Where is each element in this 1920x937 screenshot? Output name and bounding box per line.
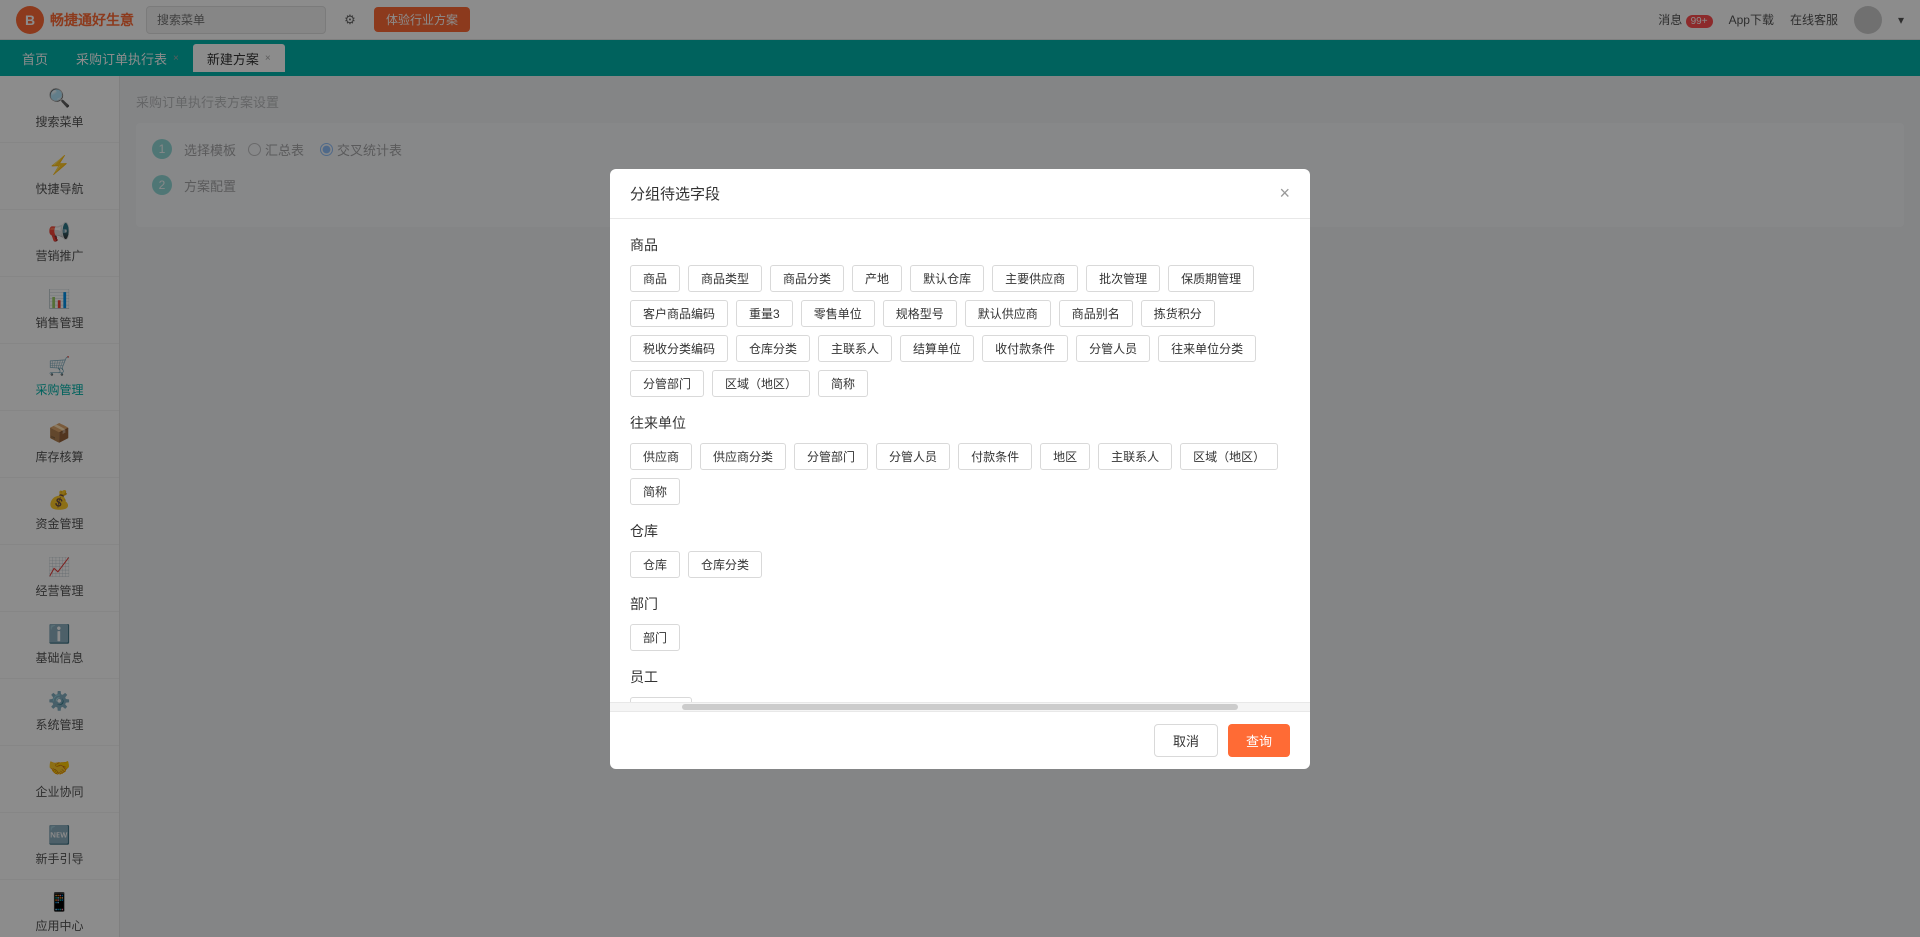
tag-grid-warehouse: 仓库 仓库分类 bbox=[630, 551, 1290, 578]
tag-supplier-category[interactable]: 供应商分类 bbox=[700, 443, 786, 470]
confirm-button[interactable]: 查询 bbox=[1228, 724, 1290, 757]
tag-region[interactable]: 区域（地区） bbox=[712, 370, 810, 397]
field-select-modal: 分组待选字段 × 商品 商品 商品类型 商品分类 产地 默认仓库 主要供应商 批… bbox=[610, 169, 1310, 769]
tag-shelf-life[interactable]: 保质期管理 bbox=[1168, 265, 1254, 292]
tag-supervisor[interactable]: 分管人员 bbox=[1076, 335, 1150, 362]
tag-supplier[interactable]: 供应商 bbox=[630, 443, 692, 470]
tag-batch-management[interactable]: 批次管理 bbox=[1086, 265, 1160, 292]
tag-settlement-unit[interactable]: 结算单位 bbox=[900, 335, 974, 362]
tag-warehouse[interactable]: 仓库 bbox=[630, 551, 680, 578]
tag-goods-category[interactable]: 商品分类 bbox=[770, 265, 844, 292]
tag-grid-goods: 商品 商品类型 商品分类 产地 默认仓库 主要供应商 批次管理 保质期管理 客户… bbox=[630, 265, 1290, 397]
tag-default-supplier[interactable]: 默认供应商 bbox=[965, 300, 1051, 327]
modal-overlay: 分组待选字段 × 商品 商品 商品类型 商品分类 产地 默认仓库 主要供应商 批… bbox=[0, 0, 1920, 937]
section-title-goods: 商品 bbox=[630, 235, 1290, 255]
modal-horizontal-scrollbar[interactable] bbox=[610, 702, 1310, 711]
tag-abbreviation[interactable]: 简称 bbox=[818, 370, 868, 397]
modal-title: 分组待选字段 bbox=[630, 183, 720, 204]
tag-grid-dept: 部门 bbox=[630, 624, 1290, 651]
tag-warehouse-category[interactable]: 仓库分类 bbox=[736, 335, 810, 362]
tag-default-warehouse[interactable]: 默认仓库 bbox=[910, 265, 984, 292]
tag-partner-main-contact[interactable]: 主联系人 bbox=[1098, 443, 1172, 470]
tag-main-contact[interactable]: 主联系人 bbox=[818, 335, 892, 362]
tag-grid-partner: 供应商 供应商分类 分管部门 分管人员 付款条件 地区 主联系人 区域（地区） … bbox=[630, 443, 1290, 505]
tag-goods-alias[interactable]: 商品别名 bbox=[1059, 300, 1133, 327]
cancel-button[interactable]: 取消 bbox=[1154, 724, 1218, 757]
tag-weight3[interactable]: 重量3 bbox=[736, 300, 793, 327]
tag-main-supplier[interactable]: 主要供应商 bbox=[992, 265, 1078, 292]
section-title-warehouse: 仓库 bbox=[630, 521, 1290, 541]
tag-area[interactable]: 地区 bbox=[1040, 443, 1090, 470]
section-title-employee: 员工 bbox=[630, 667, 1290, 687]
tag-partner-supervisor[interactable]: 分管人员 bbox=[876, 443, 950, 470]
tag-dept[interactable]: 分管部门 bbox=[630, 370, 704, 397]
tag-warehouse-cat[interactable]: 仓库分类 bbox=[688, 551, 762, 578]
tag-payment-terms[interactable]: 收付款条件 bbox=[982, 335, 1068, 362]
tag-partner-region[interactable]: 区域（地区） bbox=[1180, 443, 1278, 470]
tag-goods[interactable]: 商品 bbox=[630, 265, 680, 292]
tag-department[interactable]: 部门 bbox=[630, 624, 680, 651]
modal-header: 分组待选字段 × bbox=[610, 169, 1310, 219]
tag-goods-type[interactable]: 商品类型 bbox=[688, 265, 762, 292]
tag-retail-unit[interactable]: 零售单位 bbox=[801, 300, 875, 327]
section-title-dept: 部门 bbox=[630, 594, 1290, 614]
tag-partner-category[interactable]: 往来单位分类 bbox=[1158, 335, 1256, 362]
tag-payment-condition[interactable]: 付款条件 bbox=[958, 443, 1032, 470]
tag-partner-abbreviation[interactable]: 简称 bbox=[630, 478, 680, 505]
tag-origin[interactable]: 产地 bbox=[852, 265, 902, 292]
modal-close-button[interactable]: × bbox=[1279, 183, 1290, 204]
tag-pick-points[interactable]: 拣货积分 bbox=[1141, 300, 1215, 327]
tag-customer-goods-code[interactable]: 客户商品编码 bbox=[630, 300, 728, 327]
tag-tax-category-code[interactable]: 税收分类编码 bbox=[630, 335, 728, 362]
section-title-partner: 往来单位 bbox=[630, 413, 1290, 433]
modal-body: 商品 商品 商品类型 商品分类 产地 默认仓库 主要供应商 批次管理 保质期管理… bbox=[610, 219, 1310, 702]
modal-footer: 取消 查询 bbox=[610, 711, 1310, 769]
tag-partner-dept[interactable]: 分管部门 bbox=[794, 443, 868, 470]
tag-spec-model[interactable]: 规格型号 bbox=[883, 300, 957, 327]
